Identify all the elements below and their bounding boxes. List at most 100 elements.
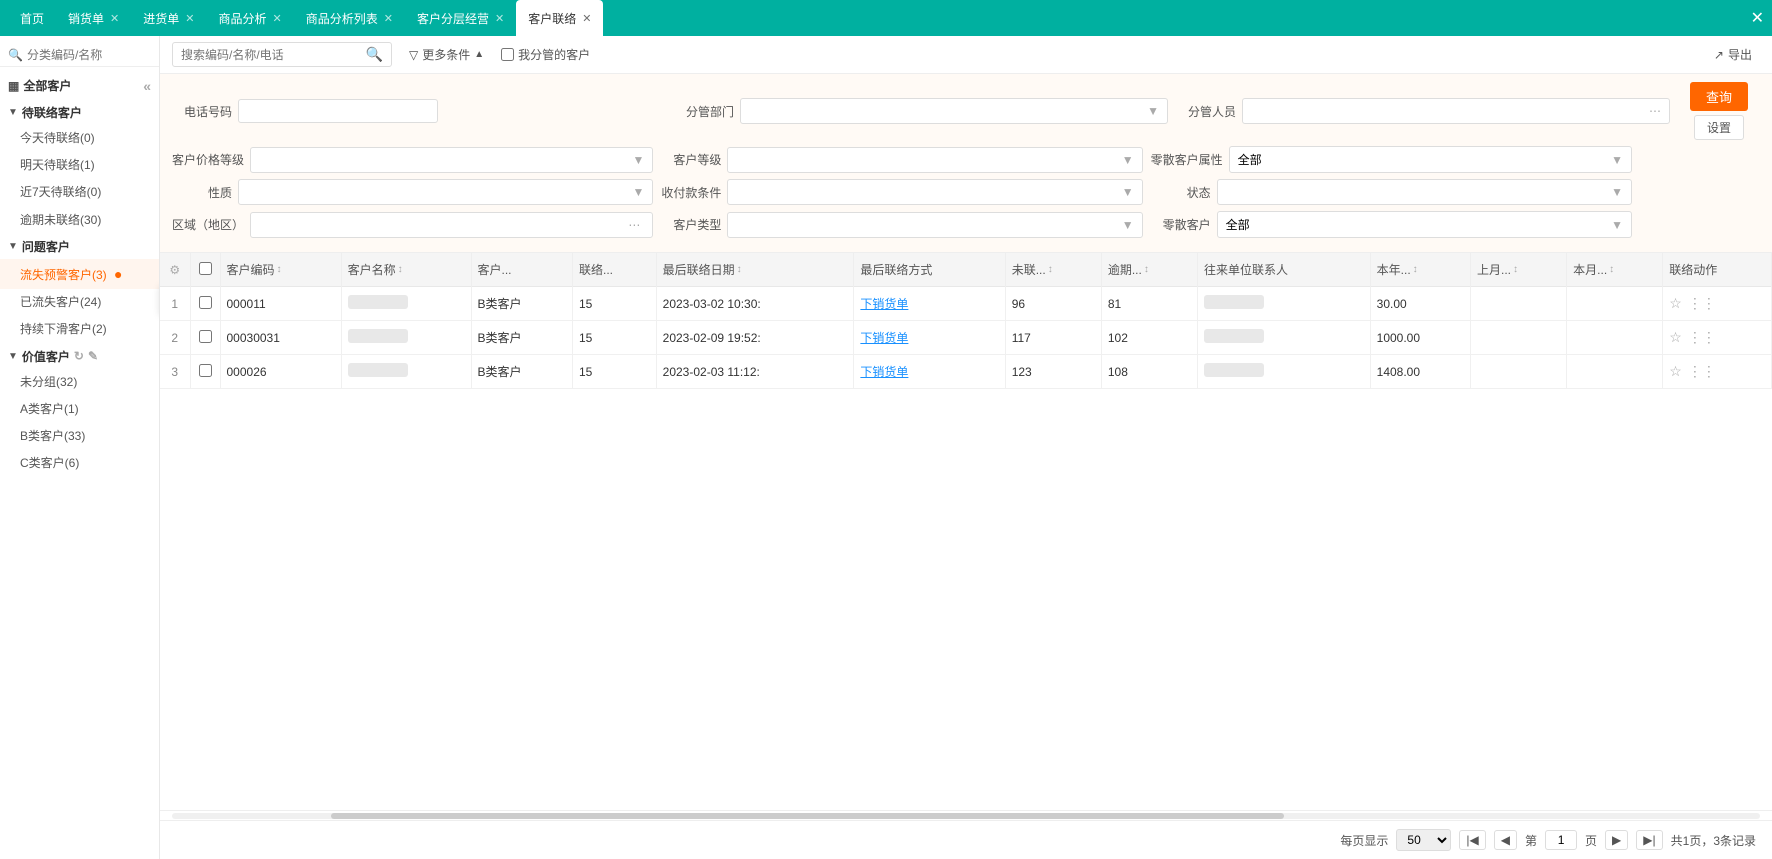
th-last-month[interactable]: 上月... ↕ — [1471, 253, 1567, 287]
tab-home[interactable]: 首页 — [8, 0, 56, 36]
th-type: 客户... — [471, 253, 572, 287]
row-checkbox[interactable] — [199, 296, 212, 309]
sidebar-collapse-icon[interactable]: « — [143, 78, 151, 94]
per-page-select[interactable]: 50 100 200 — [1396, 829, 1451, 851]
status-select[interactable]: ▼ — [1217, 179, 1632, 205]
window-close-button[interactable]: ✕ — [1751, 8, 1764, 28]
tab-customer-tier-close[interactable]: ✕ — [495, 12, 504, 25]
tab-sales-close[interactable]: ✕ — [110, 12, 119, 25]
value-refresh-icon[interactable]: ↻ — [74, 349, 84, 363]
th-not-contacted[interactable]: 未联... ↕ — [1005, 253, 1101, 287]
td-last-method[interactable]: 下销货单 — [854, 321, 1005, 355]
zero-customer-field: 零散客户 全部 ▼ — [1151, 211, 1632, 238]
th-overdue[interactable]: 逾期... ↕ — [1101, 253, 1197, 287]
price-tier-select[interactable]: ▼ — [250, 147, 653, 173]
region-select[interactable]: ⋯ — [250, 212, 653, 238]
more-conditions-btn[interactable]: ▽ 更多条件 ▲ — [400, 42, 493, 67]
region-dots-icon[interactable]: ⋯ — [624, 218, 644, 232]
tab-customer-contact[interactable]: 客户联络 ✕ — [516, 0, 603, 36]
row-checkbox[interactable] — [199, 364, 212, 377]
th-this-month[interactable]: 本月... ↕ — [1567, 253, 1663, 287]
phone-input[interactable] — [238, 99, 438, 123]
zero-attr-select[interactable]: 全部 ▼ — [1229, 146, 1632, 173]
more-action-icon[interactable]: ⋮⋮ — [1688, 363, 1716, 380]
setting-button[interactable]: 设置 — [1694, 115, 1744, 140]
sidebar-item-c-class[interactable]: C类客户(6) — [0, 450, 159, 477]
more-action-icon[interactable]: ⋮⋮ — [1688, 329, 1716, 346]
th-this-year[interactable]: 本年... ↕ — [1370, 253, 1470, 287]
dept-select[interactable]: ▼ — [740, 98, 1168, 124]
customer-type-select[interactable]: ▼ — [727, 212, 1142, 238]
value-edit-icon[interactable]: ✎ — [88, 349, 98, 363]
grid-icon: ▦ — [8, 79, 19, 93]
sidebar-item-a-class[interactable]: A类客户(1) — [0, 396, 159, 423]
sidebar-item-declining[interactable]: 持续下滑客户(2) — [0, 316, 159, 343]
td-contact: 15 — [572, 321, 656, 355]
search-icon[interactable]: 🔍 — [366, 46, 383, 63]
td-last-method[interactable]: 下销货单 — [854, 287, 1005, 321]
td-contact: 15 — [572, 355, 656, 389]
td-last-method[interactable]: 下销货单 — [854, 355, 1005, 389]
zero-customer-select[interactable]: 全部 ▼ — [1217, 211, 1632, 238]
more-action-icon[interactable]: ⋮⋮ — [1688, 295, 1716, 312]
td-unit-contact — [1197, 355, 1370, 389]
export-btn[interactable]: ↗ 导出 — [1706, 43, 1760, 66]
contact-icon[interactable]: ☆ — [1669, 329, 1682, 346]
sidebar-search-input[interactable] — [27, 48, 151, 62]
sidebar-item-today[interactable]: 今天待联络(0) — [0, 125, 159, 152]
contact-icon[interactable]: ☆ — [1669, 363, 1682, 380]
tab-purchase-close[interactable]: ✕ — [185, 12, 194, 25]
manager-field: 分管人员 ⋯ — [1176, 98, 1670, 124]
tab-customer-tier[interactable]: 客户分层经营 ✕ — [405, 0, 516, 36]
page-number-input[interactable] — [1545, 830, 1577, 850]
sidebar-item-b-class[interactable]: B类客户(33) — [0, 423, 159, 450]
th-checkbox[interactable] — [190, 253, 220, 287]
nature-field: 性质 ▼ — [172, 179, 653, 205]
prev-page-btn[interactable]: ◀ — [1494, 830, 1517, 850]
sidebar-section-pending[interactable]: ▼ 待联络客户 — [0, 100, 159, 125]
gear-icon[interactable]: ⚙ — [169, 263, 180, 277]
page-end-label: 页 — [1585, 832, 1597, 849]
td-last-date: 2023-02-09 19:52: — [656, 321, 854, 355]
sidebar-item-churned[interactable]: 已流失客户(24) — [0, 289, 159, 316]
sidebar-item-tomorrow[interactable]: 明天待联络(1) — [0, 152, 159, 179]
next-page-btn[interactable]: ▶ — [1605, 830, 1628, 850]
sidebar-all-customers[interactable]: ▦ 全部客户 « — [0, 71, 159, 100]
tab-customer-contact-close[interactable]: ✕ — [582, 12, 591, 25]
tab-purchase[interactable]: 进货单 ✕ — [131, 0, 206, 36]
last-page-btn[interactable]: ▶| — [1636, 830, 1662, 850]
nature-select[interactable]: ▼ — [238, 179, 653, 205]
tab-analysis-close[interactable]: ✕ — [273, 12, 282, 25]
tab-analysis-list-close[interactable]: ✕ — [384, 12, 393, 25]
tab-sales[interactable]: 销货单 ✕ — [56, 0, 131, 36]
sidebar-item-churn-warning[interactable]: 流失预警客户(3) ● — [0, 259, 159, 289]
last-month-sort-icon: ↕ — [1513, 264, 1518, 275]
sidebar-item-overdue[interactable]: 逾期未联络(30) — [0, 207, 159, 234]
td-checkbox[interactable] — [190, 287, 220, 321]
first-page-btn[interactable]: |◀ — [1459, 830, 1485, 850]
query-button[interactable]: 查询 — [1690, 82, 1748, 111]
sidebar-item-7days[interactable]: 近7天待联络(0) — [0, 179, 159, 206]
sidebar-section-value[interactable]: ▼ 价值客户 ↻ ✎ — [0, 344, 159, 369]
sidebar-section-lost[interactable]: ▼ 问题客户 — [0, 234, 159, 259]
th-code[interactable]: 客户编码 ↕ — [220, 253, 341, 287]
contact-icon[interactable]: ☆ — [1669, 295, 1682, 312]
customer-tier-select[interactable]: ▼ — [727, 147, 1142, 173]
row-checkbox[interactable] — [199, 330, 212, 343]
td-type: B类客户 — [471, 355, 572, 389]
td-checkbox[interactable] — [190, 355, 220, 389]
th-last-date[interactable]: 最后联络日期 ↕ — [656, 253, 854, 287]
sidebar-item-ungroup[interactable]: 未分组(32) — [0, 369, 159, 396]
my-customers-checkbox-label[interactable]: 我分管的客户 — [501, 46, 590, 63]
search-input[interactable] — [181, 48, 362, 62]
payment-select[interactable]: ▼ — [727, 179, 1142, 205]
td-checkbox[interactable] — [190, 321, 220, 355]
select-all-checkbox[interactable] — [199, 262, 212, 275]
tab-analysis-list[interactable]: 商品分析列表 ✕ — [294, 0, 405, 36]
price-tier-arrow-icon: ▼ — [632, 153, 644, 167]
tab-analysis[interactable]: 商品分析 ✕ — [206, 0, 293, 36]
th-name[interactable]: 客户名称 ↕ — [341, 253, 471, 287]
my-customers-checkbox[interactable] — [501, 48, 514, 61]
td-contact: 15 — [572, 287, 656, 321]
manager-select[interactable]: ⋯ — [1242, 98, 1670, 124]
